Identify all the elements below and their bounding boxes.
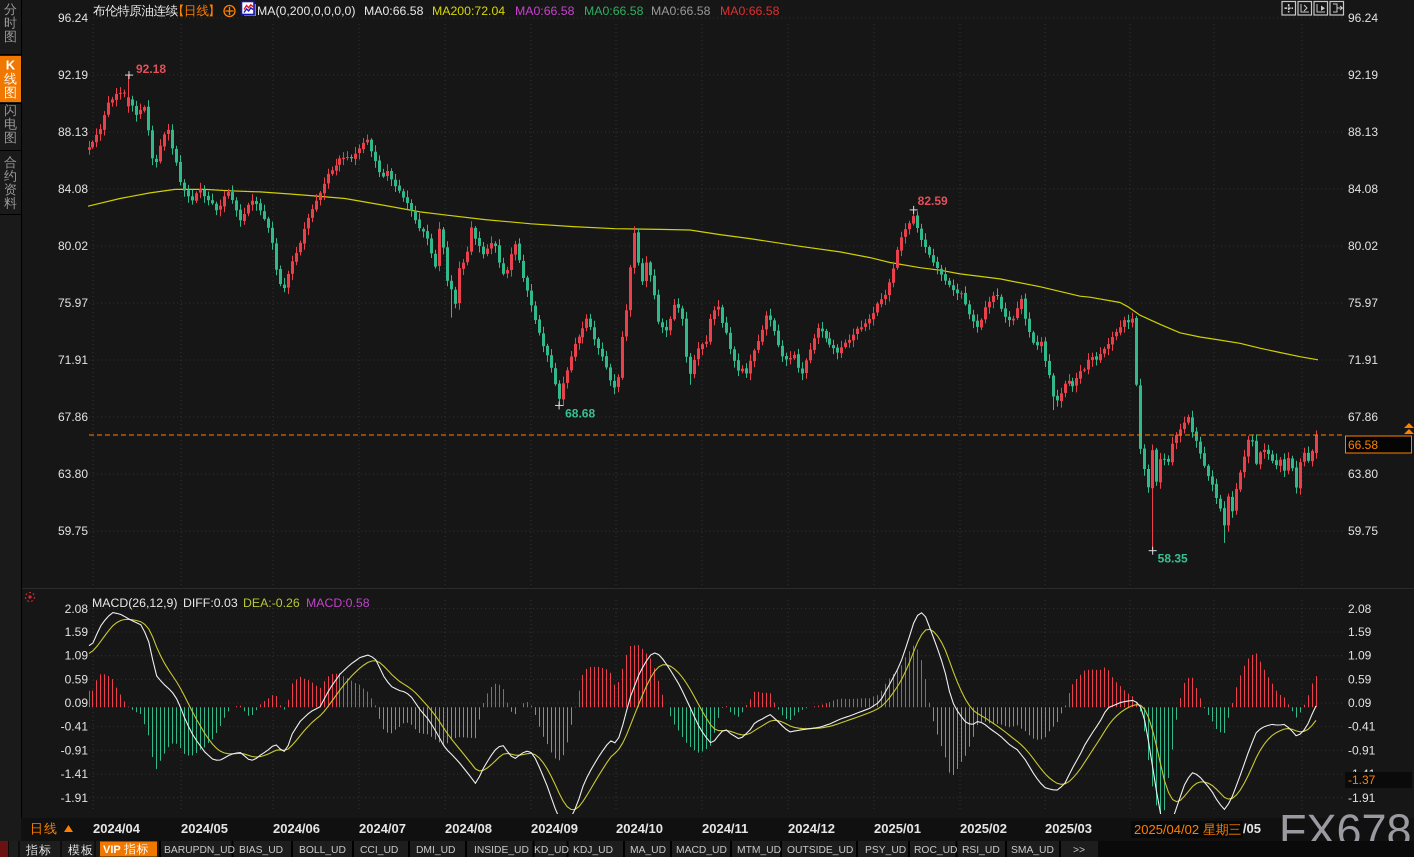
svg-text:MA0:66.58: MA0:66.58 bbox=[364, 4, 424, 18]
svg-text:1.59: 1.59 bbox=[1348, 625, 1372, 639]
svg-text:59.75: 59.75 bbox=[1348, 524, 1378, 538]
svg-text:82.59: 82.59 bbox=[918, 194, 948, 208]
svg-text:-1.37: -1.37 bbox=[1348, 773, 1376, 787]
svg-text:KDJ_UD: KDJ_UD bbox=[573, 845, 613, 856]
svg-text:1.09: 1.09 bbox=[65, 649, 89, 663]
svg-text:0.59: 0.59 bbox=[1348, 672, 1372, 686]
svg-text:2024/11: 2024/11 bbox=[702, 821, 748, 836]
svg-text:58.35: 58.35 bbox=[1158, 552, 1188, 566]
svg-text:MA0:66.58: MA0:66.58 bbox=[651, 4, 711, 18]
svg-text:68.68: 68.68 bbox=[565, 406, 595, 420]
svg-text:80.02: 80.02 bbox=[1348, 239, 1378, 253]
svg-text:92.19: 92.19 bbox=[1348, 68, 1378, 82]
svg-text:MACD:0.58: MACD:0.58 bbox=[306, 596, 370, 610]
svg-text:VIP: VIP bbox=[103, 844, 121, 856]
svg-text:DEA:-0.26: DEA:-0.26 bbox=[243, 596, 300, 610]
svg-text:2.08: 2.08 bbox=[65, 602, 89, 616]
svg-text:MA0:66.58: MA0:66.58 bbox=[720, 4, 780, 18]
svg-text:2025/01: 2025/01 bbox=[874, 821, 921, 836]
svg-text:0.09: 0.09 bbox=[1348, 696, 1372, 710]
svg-text:1.09: 1.09 bbox=[1348, 649, 1372, 663]
svg-text:2025/03: 2025/03 bbox=[1045, 821, 1092, 836]
svg-text:67.86: 67.86 bbox=[58, 410, 88, 424]
svg-text:MA0:66.58: MA0:66.58 bbox=[515, 4, 575, 18]
svg-text:63.80: 63.80 bbox=[1348, 467, 1378, 481]
svg-text:59.75: 59.75 bbox=[58, 524, 88, 538]
svg-text:-1.41: -1.41 bbox=[61, 767, 89, 781]
svg-text:SMA_UD: SMA_UD bbox=[1011, 845, 1054, 856]
svg-text:2024/06: 2024/06 bbox=[273, 821, 320, 836]
svg-text:67.86: 67.86 bbox=[1348, 410, 1378, 424]
svg-text:71.91: 71.91 bbox=[1348, 353, 1378, 367]
svg-text:92.19: 92.19 bbox=[58, 68, 88, 82]
svg-text:2024/10: 2024/10 bbox=[616, 821, 663, 836]
svg-text:2024/05: 2024/05 bbox=[181, 821, 228, 836]
svg-text:OUTSIDE_UD: OUTSIDE_UD bbox=[787, 845, 853, 856]
svg-text:PSY_UD: PSY_UD bbox=[865, 845, 906, 856]
svg-text:-0.41: -0.41 bbox=[1348, 720, 1376, 734]
svg-text:KD_UD: KD_UD bbox=[534, 845, 569, 856]
svg-text:84.08: 84.08 bbox=[58, 182, 88, 196]
svg-text:-0.91: -0.91 bbox=[61, 743, 89, 757]
svg-text:63.80: 63.80 bbox=[58, 467, 88, 481]
svg-text:80.02: 80.02 bbox=[58, 239, 88, 253]
svg-text:1.59: 1.59 bbox=[65, 625, 89, 639]
svg-text:DMI_UD: DMI_UD bbox=[416, 845, 455, 856]
svg-text:MACD(26,12,9): MACD(26,12,9) bbox=[92, 596, 177, 610]
svg-text:INSIDE_UD: INSIDE_UD bbox=[474, 845, 529, 856]
svg-text:-1.91: -1.91 bbox=[61, 791, 89, 805]
svg-text:2025/04/02: 2025/04/02 bbox=[1134, 822, 1203, 837]
svg-text:ROC_UD: ROC_UD bbox=[914, 845, 957, 856]
svg-text:96.24: 96.24 bbox=[58, 11, 88, 25]
svg-text:2024/12: 2024/12 bbox=[788, 821, 835, 836]
svg-text:MA0:66.58: MA0:66.58 bbox=[584, 4, 644, 18]
svg-text:2025/02: 2025/02 bbox=[960, 821, 1007, 836]
svg-text:0.09: 0.09 bbox=[65, 696, 89, 710]
svg-text:96.24: 96.24 bbox=[1348, 11, 1378, 25]
svg-text:84.08: 84.08 bbox=[1348, 182, 1378, 196]
svg-text:-0.91: -0.91 bbox=[1348, 743, 1376, 757]
svg-text:MA(0,200,0,0,0,0): MA(0,200,0,0,0,0) bbox=[257, 4, 355, 18]
svg-text:0.59: 0.59 bbox=[65, 672, 89, 686]
svg-text:88.13: 88.13 bbox=[1348, 125, 1378, 139]
svg-text:75.97: 75.97 bbox=[58, 296, 88, 310]
svg-text:>>: >> bbox=[1073, 845, 1085, 856]
svg-text:K: K bbox=[6, 58, 16, 73]
svg-text:71.91: 71.91 bbox=[58, 353, 88, 367]
svg-text:2.08: 2.08 bbox=[1348, 602, 1372, 616]
svg-text:2024/08: 2024/08 bbox=[445, 821, 492, 836]
svg-text:2024/07: 2024/07 bbox=[359, 821, 406, 836]
svg-text:MACD_UD: MACD_UD bbox=[676, 845, 727, 856]
svg-text:-0.41: -0.41 bbox=[61, 720, 89, 734]
svg-text:BIAS_UD: BIAS_UD bbox=[239, 845, 283, 856]
svg-text:75.97: 75.97 bbox=[1348, 296, 1378, 310]
svg-text:MTM_UD: MTM_UD bbox=[737, 845, 781, 856]
svg-text:MA200:72.04: MA200:72.04 bbox=[432, 4, 505, 18]
svg-text:BOLL_UD: BOLL_UD bbox=[299, 845, 346, 856]
svg-text:BARUPDN_UD: BARUPDN_UD bbox=[164, 845, 235, 856]
svg-text:92.18: 92.18 bbox=[136, 62, 166, 76]
svg-text:DIFF:0.03: DIFF:0.03 bbox=[183, 596, 238, 610]
svg-text:88.13: 88.13 bbox=[58, 125, 88, 139]
svg-text:MA_UD: MA_UD bbox=[630, 845, 666, 856]
svg-text:66.58: 66.58 bbox=[1348, 438, 1378, 452]
svg-text:CCI_UD: CCI_UD bbox=[360, 845, 398, 856]
svg-text:RSI_UD: RSI_UD bbox=[962, 845, 1000, 856]
svg-text:2024/04: 2024/04 bbox=[93, 821, 141, 836]
svg-text:2024/09: 2024/09 bbox=[531, 821, 578, 836]
svg-text:-1.91: -1.91 bbox=[1348, 791, 1376, 805]
